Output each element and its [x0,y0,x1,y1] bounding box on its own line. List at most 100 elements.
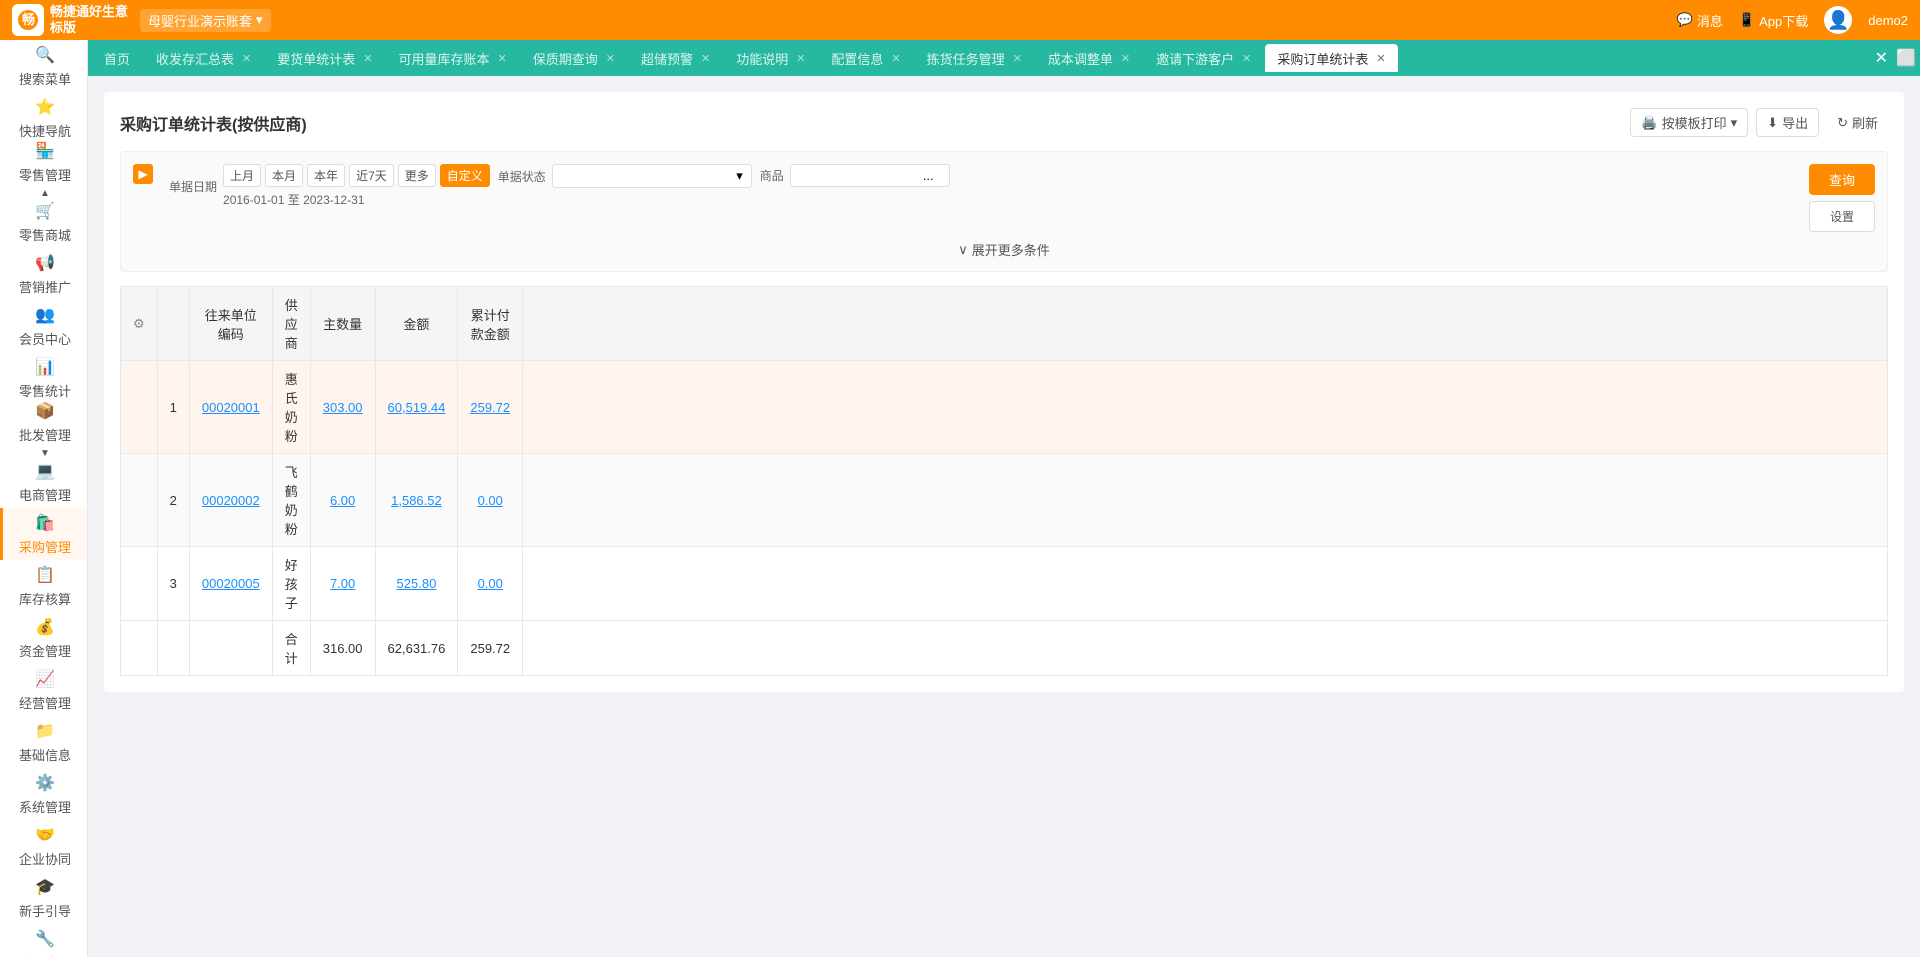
tab-home-label: 首页 [104,49,130,68]
row-main-qty[interactable]: 7.00 [310,547,375,621]
tab-close-icon[interactable]: ✕ [701,52,710,65]
org-selector[interactable]: 母婴行业演示账套 ▾ [140,9,271,32]
sidebar-item-system[interactable]: ⚙️ 系统管理 [0,768,87,820]
date-btn-custom[interactable]: 自定义 [440,164,490,187]
sidebar-item-appcenter[interactable]: 🔧 应用中心 [0,924,87,957]
date-btn-last-month[interactable]: 上月 [223,164,261,187]
row-main-qty[interactable]: 6.00 [310,454,375,547]
th-paid-amount: 累计付款金额 [458,287,523,361]
row-supplier-code[interactable]: 00020005 [189,547,272,621]
row-amount[interactable]: 1,586.52 [375,454,458,547]
more-icon: ... [923,168,934,183]
date-btn-7days[interactable]: 近7天 [349,164,394,187]
tab-label: 邀请下游客户 [1156,49,1234,68]
date-btn-this-year[interactable]: 本年 [307,164,345,187]
tab-close-icon[interactable]: ✕ [242,52,251,65]
sidebar-item-ops[interactable]: 📈 经营管理 [0,664,87,716]
goods-input[interactable]: ... [790,164,950,187]
tab-close-icon[interactable]: ✕ [1242,52,1251,65]
query-btn[interactable]: 查询 [1809,164,1875,195]
date-section: 上月 本月 本年 近7天 更多 自定义 2016-01-01 至 2023-12… [223,164,490,208]
page-title: 采购订单统计表(按供应商) [120,111,307,135]
status-select[interactable]: ▾ [552,164,752,188]
sidebar-item-ecommerce[interactable]: 💻 电商管理 [0,456,87,508]
footer-supplier: 合计 [272,621,310,676]
gear-icon[interactable]: ⚙ [133,316,145,331]
inventory-icon: 📋 [35,565,55,585]
tab-overstock-warning[interactable]: 超储预警 ✕ [629,44,722,72]
sidebar-item-capital[interactable]: 💰 资金管理 [0,612,87,664]
tab-close-icon[interactable]: ✕ [1013,52,1022,65]
tab-picking-task[interactable]: 拣货任务管理 ✕ [915,44,1034,72]
app-download-btn[interactable]: 📱 App下载 [1739,11,1808,30]
sidebar-item-retail-stats[interactable]: 📊 零售统计 [0,352,87,404]
tab-available-inventory[interactable]: 可用量库存账本 ✕ [386,44,518,72]
row-paid-amount[interactable]: 0.00 [458,454,523,547]
tab-function-desc[interactable]: 功能说明 ✕ [724,44,817,72]
filter-goods-item: 商品 ... [760,164,950,187]
tab-close-icon[interactable]: ✕ [796,52,805,65]
sidebar-item-inventory[interactable]: 📋 库存核算 [0,560,87,612]
export-btn[interactable]: ⬇ 导出 [1756,108,1819,137]
tab-close-icon[interactable]: ✕ [1121,52,1130,65]
tab-close-icon[interactable]: ✕ [606,52,615,65]
date-btn-more[interactable]: 更多 [398,164,436,187]
row-main-qty[interactable]: 303.00 [310,361,375,454]
filter-toggle-btn[interactable]: ▶ [133,164,153,184]
logo-text: 畅捷通好生意 标版 [50,4,128,35]
sidebar-item-collab[interactable]: 🤝 企业协同 [0,820,87,872]
tab-receive-summary[interactable]: 收发存汇总表 ✕ [144,44,263,72]
date-btn-this-month[interactable]: 本月 [265,164,303,187]
sidebar-item-retail[interactable]: 🏪 零售管理 ▲ [0,144,87,196]
tab-label: 功能说明 [736,49,788,68]
messages-btn[interactable]: 💬 消息 [1677,11,1723,30]
refresh-btn[interactable]: ↻ 刷新 [1827,109,1888,136]
tab-close-icon[interactable]: ✕ [498,52,507,65]
tab-purchase-order-stats[interactable]: 采购订单统计表 ✕ [1265,44,1397,72]
table-row[interactable]: 2 00020002 飞鹤奶粉 6.00 1,586.52 0.00 [121,454,1888,547]
sidebar-item-label: 会员中心 [19,329,71,348]
footer-extra [523,621,1888,676]
sidebar-item-batch[interactable]: 📦 批发管理 ▼ [0,404,87,456]
footer-seq [157,621,189,676]
username-label[interactable]: demo2 [1868,13,1908,28]
table-row[interactable]: 1 00020001 惠氏奶粉 303.00 60,519.44 259.72 [121,361,1888,454]
sidebar-item-marketing[interactable]: 📢 营销推广 [0,248,87,300]
tab-cost-adjust[interactable]: 成本调整单 ✕ [1036,44,1142,72]
row-supplier-code[interactable]: 00020002 [189,454,272,547]
expand-more-btn[interactable]: ∨ 展开更多条件 [958,240,1050,259]
tab-config-info[interactable]: 配置信息 ✕ [819,44,912,72]
tab-label: 配置信息 [831,49,883,68]
tab-close-icon[interactable]: ✕ [363,52,372,65]
template-print-btn[interactable]: 🖨️ 按模板打印 ▾ [1630,108,1748,137]
tab-close-icon[interactable]: ✕ [891,52,900,65]
sidebar-item-retail-shop[interactable]: 🛒 零售商城 [0,196,87,248]
sidebar-item-newbie[interactable]: 🎓 新手引导 [0,872,87,924]
row-amount[interactable]: 525.80 [375,547,458,621]
row-supplier-code[interactable]: 00020001 [189,361,272,454]
tab-expiry-query[interactable]: 保质期查询 ✕ [521,44,627,72]
marketing-icon: 📢 [35,253,55,273]
row-amount[interactable]: 60,519.44 [375,361,458,454]
sidebar-item-search[interactable]: 🔍 搜索菜单 [0,40,87,92]
sidebar-item-basic[interactable]: 📁 基础信息 [0,716,87,768]
chevron-down-icon: ▾ [736,168,743,184]
tab-close-all-btn[interactable]: ✕ [1875,48,1888,68]
content-area: 首页 收发存汇总表 ✕ 要货单统计表 ✕ 可用量库存账本 ✕ 保质期查询 ✕ 超… [88,40,1920,957]
sidebar-item-purchase[interactable]: 🛍️ 采购管理 [0,508,87,560]
sidebar-item-label: 应用中心 [19,953,71,957]
table-row[interactable]: 3 00020005 好孩子 7.00 525.80 0.00 [121,547,1888,621]
refresh-icon: ↻ [1837,115,1848,131]
settings-btn[interactable]: 设置 [1809,201,1875,232]
tab-close-icon[interactable]: ✕ [1376,52,1385,65]
tab-invite-downstream[interactable]: 邀请下游客户 ✕ [1144,44,1263,72]
goods-search-input[interactable] [799,169,919,183]
row-paid-amount[interactable]: 259.72 [458,361,523,454]
sidebar-item-quicknav[interactable]: ⭐ 快捷导航 [0,92,87,144]
row-settings [121,454,158,547]
tab-maximize-btn[interactable]: ⬜ [1896,48,1916,68]
sidebar-item-member[interactable]: 👥 会员中心 [0,300,87,352]
tab-home[interactable]: 首页 [92,44,142,72]
row-paid-amount[interactable]: 0.00 [458,547,523,621]
tab-goods-stats[interactable]: 要货单统计表 ✕ [265,44,384,72]
